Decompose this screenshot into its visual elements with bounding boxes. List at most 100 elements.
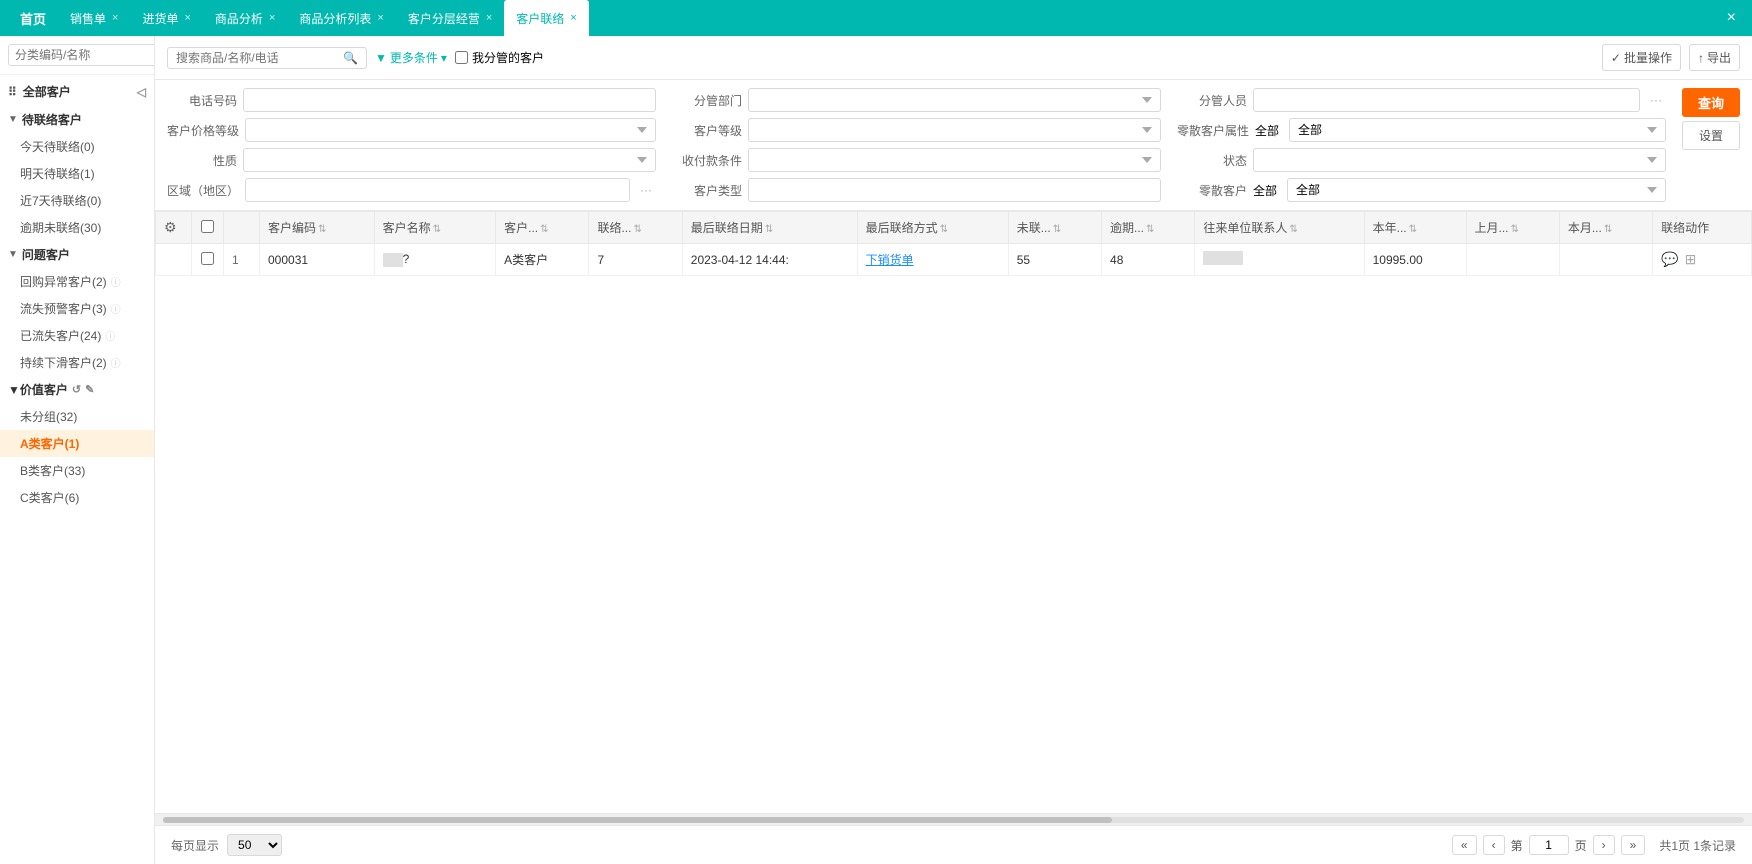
sort-icon12[interactable]: ⇅ (1604, 224, 1612, 235)
customer-type-input[interactable] (748, 178, 1161, 202)
nav-purchase[interactable]: 进货单 × (130, 0, 202, 36)
select-all-checkbox[interactable] (201, 220, 214, 233)
region-ellipsis[interactable]: ··· (636, 183, 656, 197)
sidebar-group-problem-title[interactable]: ▼ 问题客户 (0, 241, 154, 268)
close-analysis-icon[interactable]: × (269, 12, 275, 24)
page-input[interactable] (1529, 835, 1569, 855)
sidebar-item-churned[interactable]: 已流失客户(24) ⓘ (0, 322, 154, 349)
col-last-contact-date-header: 最后联络日期⇅ (682, 212, 857, 244)
status-wrap (1253, 148, 1666, 172)
person-ellipsis[interactable]: ··· (1646, 93, 1666, 107)
main-search-icon[interactable]: 🔍 (343, 51, 358, 65)
export-icon: ↑ (1698, 51, 1704, 65)
close-analysis-list-icon[interactable]: × (377, 12, 383, 24)
collapse-icon[interactable]: ◁ (137, 85, 146, 99)
sort-icon11[interactable]: ⇅ (1511, 224, 1519, 235)
first-page-btn[interactable]: « (1452, 835, 1477, 855)
nav-customer-contact[interactable]: 客户联络 × (504, 0, 588, 36)
sort-icon6[interactable]: ⇅ (940, 224, 948, 235)
customer-level-select[interactable] (748, 118, 1161, 142)
sidebar-item-churn-warning[interactable]: 流失预警客户(3) ⓘ (0, 295, 154, 322)
my-customers-filter[interactable]: 我分管的客户 (455, 49, 544, 66)
sort-icon7[interactable]: ⇅ (1053, 224, 1061, 235)
row-checkbox[interactable] (201, 252, 214, 265)
settings-button[interactable]: 设置 (1682, 121, 1740, 150)
page-size-select[interactable]: 50 20 100 (227, 834, 282, 856)
sidebar-item-repurchase-abnormal[interactable]: 回购异常客户(2) ⓘ (0, 268, 154, 295)
cell-this-month (1559, 244, 1652, 276)
prev-page-btn[interactable]: ‹ (1483, 835, 1505, 855)
main-layout: 🔍 ⠿ 全部客户 ◁ ▼ 待联络客户 今天待联络(0) 明天待联络(1) 近7天… (0, 36, 1752, 864)
price-level-select[interactable] (245, 118, 656, 142)
close-customer-contact-icon[interactable]: × (570, 12, 576, 24)
sidebar-group-value-title[interactable]: ▼ 价值客户 ↺ ✎ (0, 376, 154, 403)
sidebar-group-pending-title[interactable]: ▼ 待联络客户 (0, 106, 154, 133)
sidebar-item-a-class[interactable]: A类客户(1) (0, 430, 154, 457)
nav-sales[interactable]: 销售单 × (58, 0, 130, 36)
grid-action-icon[interactable]: ⊞ (1685, 251, 1697, 268)
top-nav: 首页 销售单 × 进货单 × 商品分析 × 商品分析列表 × 客户分层经营 × … (0, 0, 1752, 36)
sidebar-item-today[interactable]: 今天待联络(0) (0, 133, 154, 160)
batch-op-btn[interactable]: ✓ 批量操作 (1602, 44, 1681, 71)
nav-customer-layer[interactable]: 客户分层经营 × (396, 0, 504, 36)
nav-analysis-list[interactable]: 商品分析列表 × (287, 0, 395, 36)
close-customer-layer-icon[interactable]: × (486, 12, 492, 24)
retail-attr-value: 全部 (1255, 122, 1279, 139)
horizontal-scrollbar[interactable] (155, 813, 1752, 825)
region-input[interactable] (245, 178, 630, 202)
my-customers-checkbox[interactable] (455, 51, 468, 64)
export-btn[interactable]: ↑ 导出 (1689, 44, 1740, 71)
close-purchase-icon[interactable]: × (184, 12, 190, 24)
edit-icon[interactable]: ✎ (85, 383, 94, 396)
last-page-btn[interactable]: » (1621, 835, 1646, 855)
sidebar-item-ungrouped[interactable]: 未分组(32) (0, 403, 154, 430)
sidebar-item-b-class[interactable]: B类客户(33) (0, 457, 154, 484)
status-select[interactable] (1253, 148, 1666, 172)
col-this-month-header: 本月...⇅ (1559, 212, 1652, 244)
info-icon2: ⓘ (111, 301, 121, 316)
contact-method-link[interactable]: 下销货单 (866, 253, 914, 267)
main-search-input[interactable] (176, 51, 343, 65)
action-icons: 💬 ⊞ (1661, 251, 1743, 268)
filter-cell-dept: 分管部门 (672, 88, 1161, 112)
dept-select[interactable] (748, 88, 1161, 112)
sort-icon4[interactable]: ⇅ (633, 224, 641, 235)
retail-value: 全部 (1253, 182, 1277, 199)
retail-attr-select[interactable]: 全部 (1289, 118, 1666, 142)
retail-select[interactable]: 全部 (1287, 178, 1666, 202)
col-gear: ⚙ (156, 212, 192, 244)
payment-select[interactable] (748, 148, 1161, 172)
more-conditions-btn[interactable]: ▼ 更多条件 ▾ (375, 49, 447, 66)
window-close-icon[interactable]: × (1719, 9, 1744, 27)
sort-icon1[interactable]: ⇅ (318, 224, 326, 235)
person-input[interactable] (1253, 88, 1640, 112)
sort-icon3[interactable]: ⇅ (540, 224, 548, 235)
nav-home[interactable]: 首页 (8, 0, 58, 36)
sidebar-search-input[interactable] (8, 44, 155, 66)
sort-icon9[interactable]: ⇅ (1289, 224, 1297, 235)
filter-cell-status: 状态 (1177, 148, 1666, 172)
sort-icon8[interactable]: ⇅ (1146, 224, 1154, 235)
sidebar-item-declining[interactable]: 持续下滑客户(2) ⓘ (0, 349, 154, 376)
gear-icon[interactable]: ⚙ (164, 219, 177, 235)
unit-contact-placeholder (1203, 251, 1243, 265)
sidebar-item-overdue[interactable]: 逾期未联络(30) (0, 214, 154, 241)
sidebar-item-7days[interactable]: 近7天待联络(0) (0, 187, 154, 214)
query-button[interactable]: 查询 (1682, 88, 1740, 117)
pagination-bar: 每页显示 50 20 100 « ‹ 第 页 › » 共1页 1条记录 (155, 825, 1752, 864)
sort-icon5[interactable]: ⇅ (765, 224, 773, 235)
sort-icon2[interactable]: ⇅ (433, 224, 441, 235)
advanced-filter: 电话号码 分管部门 (155, 80, 1752, 211)
filter-row-1: 电话号码 分管部门 (167, 88, 1666, 112)
nature-select[interactable] (243, 148, 656, 172)
sidebar-item-c-class[interactable]: C类客户(6) (0, 484, 154, 511)
nav-analysis[interactable]: 商品分析 × (203, 0, 287, 36)
refresh-icon[interactable]: ↺ (72, 383, 81, 396)
next-page-btn[interactable]: › (1593, 835, 1615, 855)
scrollbar-thumb[interactable] (163, 817, 1112, 823)
close-sales-icon[interactable]: × (112, 12, 118, 24)
sidebar-item-tomorrow[interactable]: 明天待联络(1) (0, 160, 154, 187)
chat-icon[interactable]: 💬 (1661, 251, 1678, 268)
sort-icon10[interactable]: ⇅ (1409, 224, 1417, 235)
phone-input[interactable] (243, 88, 656, 112)
